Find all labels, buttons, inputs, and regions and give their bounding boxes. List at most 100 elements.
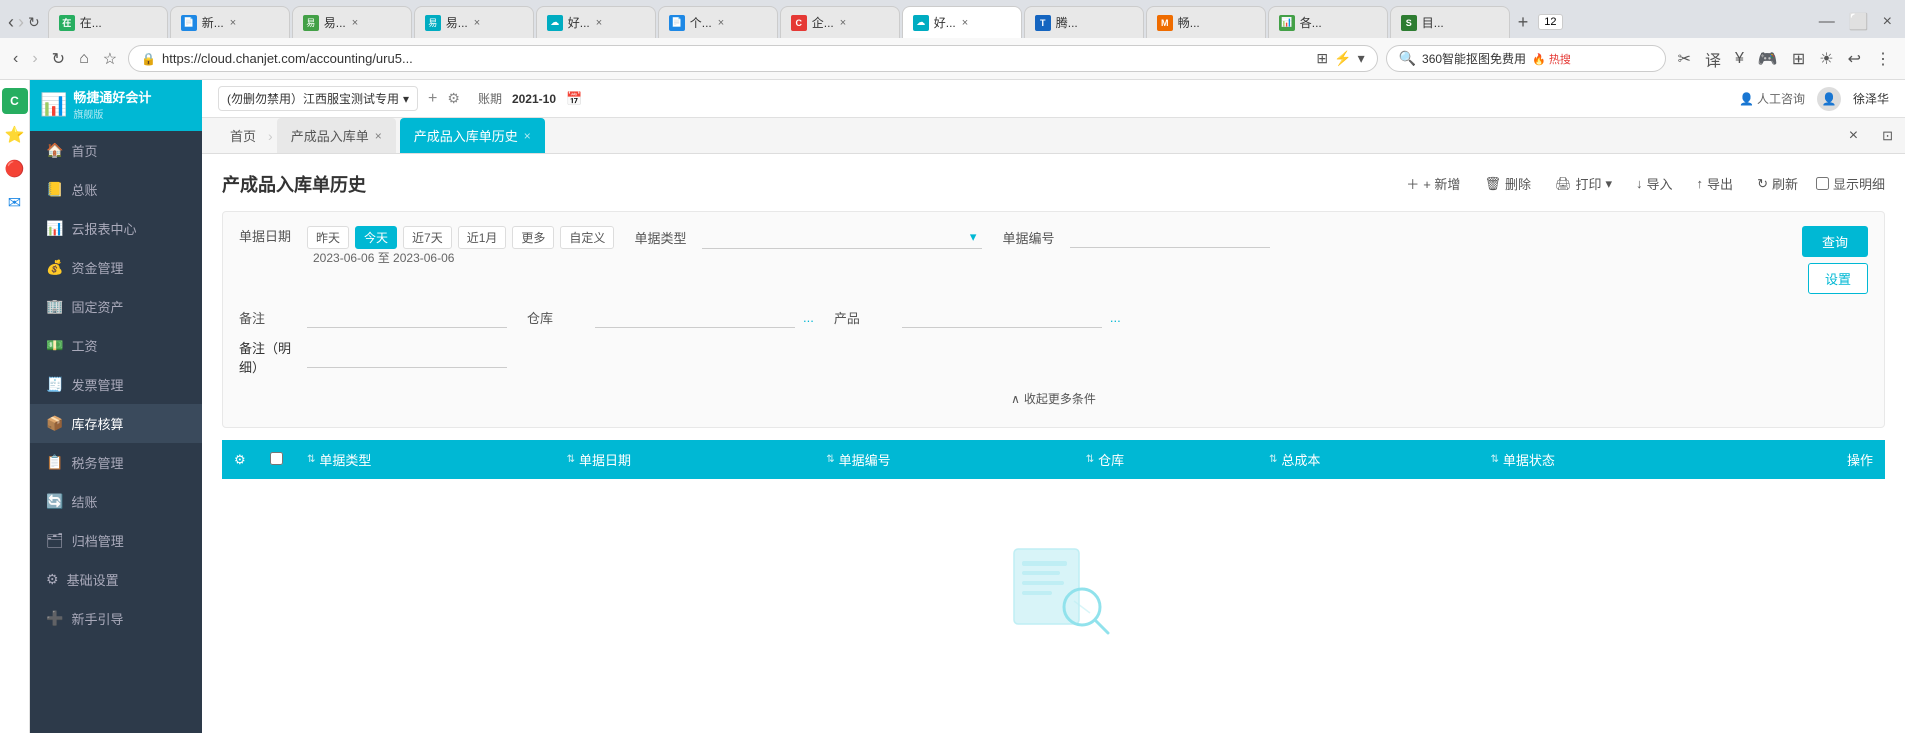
- th-number[interactable]: ⇅ 单据编号: [814, 440, 1074, 479]
- translate-icon[interactable]: 译: [1701, 45, 1725, 73]
- th-status[interactable]: ⇅ 单据状态: [1478, 440, 1738, 479]
- sidebar-item-tax[interactable]: 📋 税务管理: [30, 443, 202, 482]
- sidebar-item-more[interactable]: ➕ 新手引导: [30, 599, 202, 638]
- tab-9[interactable]: T 腾...: [1024, 6, 1144, 38]
- sidebar-item-finance[interactable]: 💰 资金管理: [30, 248, 202, 287]
- tab-2[interactable]: 📄 新... ×: [170, 6, 290, 38]
- date-more-btn[interactable]: 更多: [512, 226, 554, 249]
- nav-refresh-btn[interactable]: ↻: [28, 14, 40, 31]
- date-today-btn[interactable]: 今天: [355, 226, 397, 249]
- icon-sidebar-app4[interactable]: ✉: [2, 190, 28, 216]
- sidebar-item-invoice[interactable]: 🧾 发票管理: [30, 365, 202, 404]
- tab-8-close[interactable]: ×: [962, 17, 968, 29]
- nav-forward-btn[interactable]: ›: [18, 12, 24, 33]
- tab-6[interactable]: 📄 个... ×: [658, 6, 778, 38]
- detail-note-input[interactable]: [307, 346, 507, 368]
- collapse-btn[interactable]: ∧ 收起更多条件: [239, 384, 1868, 413]
- delete-btn[interactable]: 🗑 删除: [1478, 170, 1537, 197]
- game-icon[interactable]: 🎮: [1754, 47, 1782, 71]
- export-btn[interactable]: ↑ 导出: [1691, 170, 1740, 197]
- tab-8-active[interactable]: ☁ 好... ×: [902, 6, 1022, 38]
- yuan-icon[interactable]: ¥: [1731, 48, 1748, 70]
- sidebar-item-ledger[interactable]: 📒 总账: [30, 170, 202, 209]
- window-close-btn[interactable]: ×: [1880, 10, 1895, 34]
- th-gear[interactable]: ⚙: [222, 440, 258, 479]
- dropdown-icon[interactable]: ▾: [1358, 50, 1365, 67]
- th-type[interactable]: ⇅ 单据类型: [295, 440, 555, 479]
- tab-history[interactable]: 产成品入库单历史 ×: [400, 118, 545, 153]
- tab-11[interactable]: 📊 各...: [1268, 6, 1388, 38]
- close-panel-btn2[interactable]: ⊡: [1870, 120, 1905, 152]
- help-link[interactable]: 👤 人工咨询: [1739, 90, 1805, 107]
- tab-count-badge[interactable]: 12: [1538, 14, 1562, 30]
- product-more-btn[interactable]: ...: [1110, 310, 1121, 325]
- query-btn[interactable]: 查询: [1802, 226, 1868, 257]
- type-filter-select[interactable]: ▾: [702, 226, 982, 249]
- warehouse-more-btn[interactable]: ...: [803, 310, 814, 325]
- nav-home-icon[interactable]: ⌂: [76, 47, 92, 71]
- url-bar[interactable]: 🔒 https://cloud.chanjet.com/accounting/u…: [128, 45, 1378, 72]
- add-btn[interactable]: ＋ + 新增: [1400, 170, 1466, 197]
- date-yesterday-btn[interactable]: 昨天: [307, 226, 349, 249]
- icon-sidebar-app1[interactable]: C: [2, 88, 28, 114]
- more-icon[interactable]: ⋮: [1871, 47, 1895, 71]
- icon-sidebar-app2[interactable]: ⭐: [2, 122, 28, 148]
- calendar-icon[interactable]: 📅: [566, 91, 582, 107]
- th-date[interactable]: ⇅ 单据日期: [555, 440, 815, 479]
- sidebar-item-salary[interactable]: 💵 工资: [30, 326, 202, 365]
- date-custom-btn[interactable]: 自定义: [560, 226, 614, 249]
- note-filter-input[interactable]: [307, 306, 507, 328]
- tab-6-close[interactable]: ×: [718, 17, 724, 29]
- th-checkbox[interactable]: [258, 440, 295, 479]
- sidebar-item-inventory[interactable]: 📦 库存核算: [30, 404, 202, 443]
- sidebar-item-archive[interactable]: 🗂 归档管理: [30, 521, 202, 560]
- nav-forward-icon[interactable]: ›: [29, 47, 40, 71]
- tab-3[interactable]: 易 易... ×: [292, 6, 412, 38]
- tab-list-close[interactable]: ×: [375, 129, 382, 143]
- breadcrumb-home[interactable]: 首页: [218, 118, 268, 153]
- sidebar-item-reports[interactable]: 📊 云报表中心: [30, 209, 202, 248]
- scissors-icon[interactable]: ✂: [1674, 47, 1695, 71]
- company-selector[interactable]: (勿删勿禁用）江西服宝测试专用 ▾: [218, 86, 418, 111]
- date-1month-btn[interactable]: 近1月: [458, 226, 507, 249]
- tab-4-close[interactable]: ×: [474, 17, 480, 29]
- sidebar-item-checkout[interactable]: 🔄 结账: [30, 482, 202, 521]
- tab-2-close[interactable]: ×: [230, 17, 236, 29]
- new-tab-btn[interactable]: +: [1518, 12, 1529, 33]
- warehouse-filter-input[interactable]: [595, 306, 795, 328]
- tab-3-close[interactable]: ×: [352, 17, 358, 29]
- th-warehouse[interactable]: ⇅ 仓库: [1074, 440, 1257, 479]
- back2-icon[interactable]: ↩: [1844, 47, 1865, 71]
- show-detail-checkbox[interactable]: [1816, 177, 1829, 190]
- print-btn[interactable]: 🖨 打印 ▾: [1549, 170, 1618, 197]
- refresh-btn[interactable]: ↻ 刷新: [1751, 170, 1804, 197]
- tab-4[interactable]: 易 易... ×: [414, 6, 534, 38]
- tab-12[interactable]: S 目...: [1390, 6, 1510, 38]
- flash-icon[interactable]: ⚡: [1334, 50, 1351, 67]
- tab-history-close[interactable]: ×: [524, 129, 531, 143]
- sidebar-item-home[interactable]: 🏠 首页: [30, 131, 202, 170]
- window-maximize-btn[interactable]: ⬜: [1846, 9, 1872, 35]
- tab-10[interactable]: M 畅...: [1146, 6, 1266, 38]
- company-settings-icon[interactable]: ⚙: [447, 90, 460, 107]
- tab-5[interactable]: ☁ 好... ×: [536, 6, 656, 38]
- select-all-checkbox[interactable]: [270, 452, 283, 465]
- nav-bookmark-icon[interactable]: ☆: [100, 46, 120, 72]
- sidebar-item-fixed[interactable]: 🏢 固定资产: [30, 287, 202, 326]
- tab-5-close[interactable]: ×: [596, 17, 602, 29]
- import-btn[interactable]: ↓ 导入: [1630, 170, 1679, 197]
- settings-btn[interactable]: 设置: [1808, 263, 1868, 294]
- number-filter-input[interactable]: [1070, 226, 1270, 248]
- close-panel-btn[interactable]: ×: [1837, 119, 1870, 153]
- user-avatar[interactable]: 👤: [1817, 87, 1841, 111]
- search-bar[interactable]: 🔍 360智能抠图免费用 🔥 热搜: [1386, 45, 1666, 72]
- nav-back-icon[interactable]: ‹: [10, 47, 21, 71]
- theme-icon[interactable]: ☀: [1815, 47, 1837, 71]
- add-company-btn[interactable]: +: [428, 90, 437, 108]
- product-filter-input[interactable]: [902, 306, 1102, 328]
- nav-reload-icon[interactable]: ↻: [49, 46, 68, 72]
- grid-view-icon[interactable]: ⊞: [1788, 47, 1809, 71]
- window-minimize-btn[interactable]: —: [1816, 10, 1838, 34]
- show-detail-toggle[interactable]: 显示明细: [1816, 174, 1885, 193]
- date-7days-btn[interactable]: 近7天: [403, 226, 452, 249]
